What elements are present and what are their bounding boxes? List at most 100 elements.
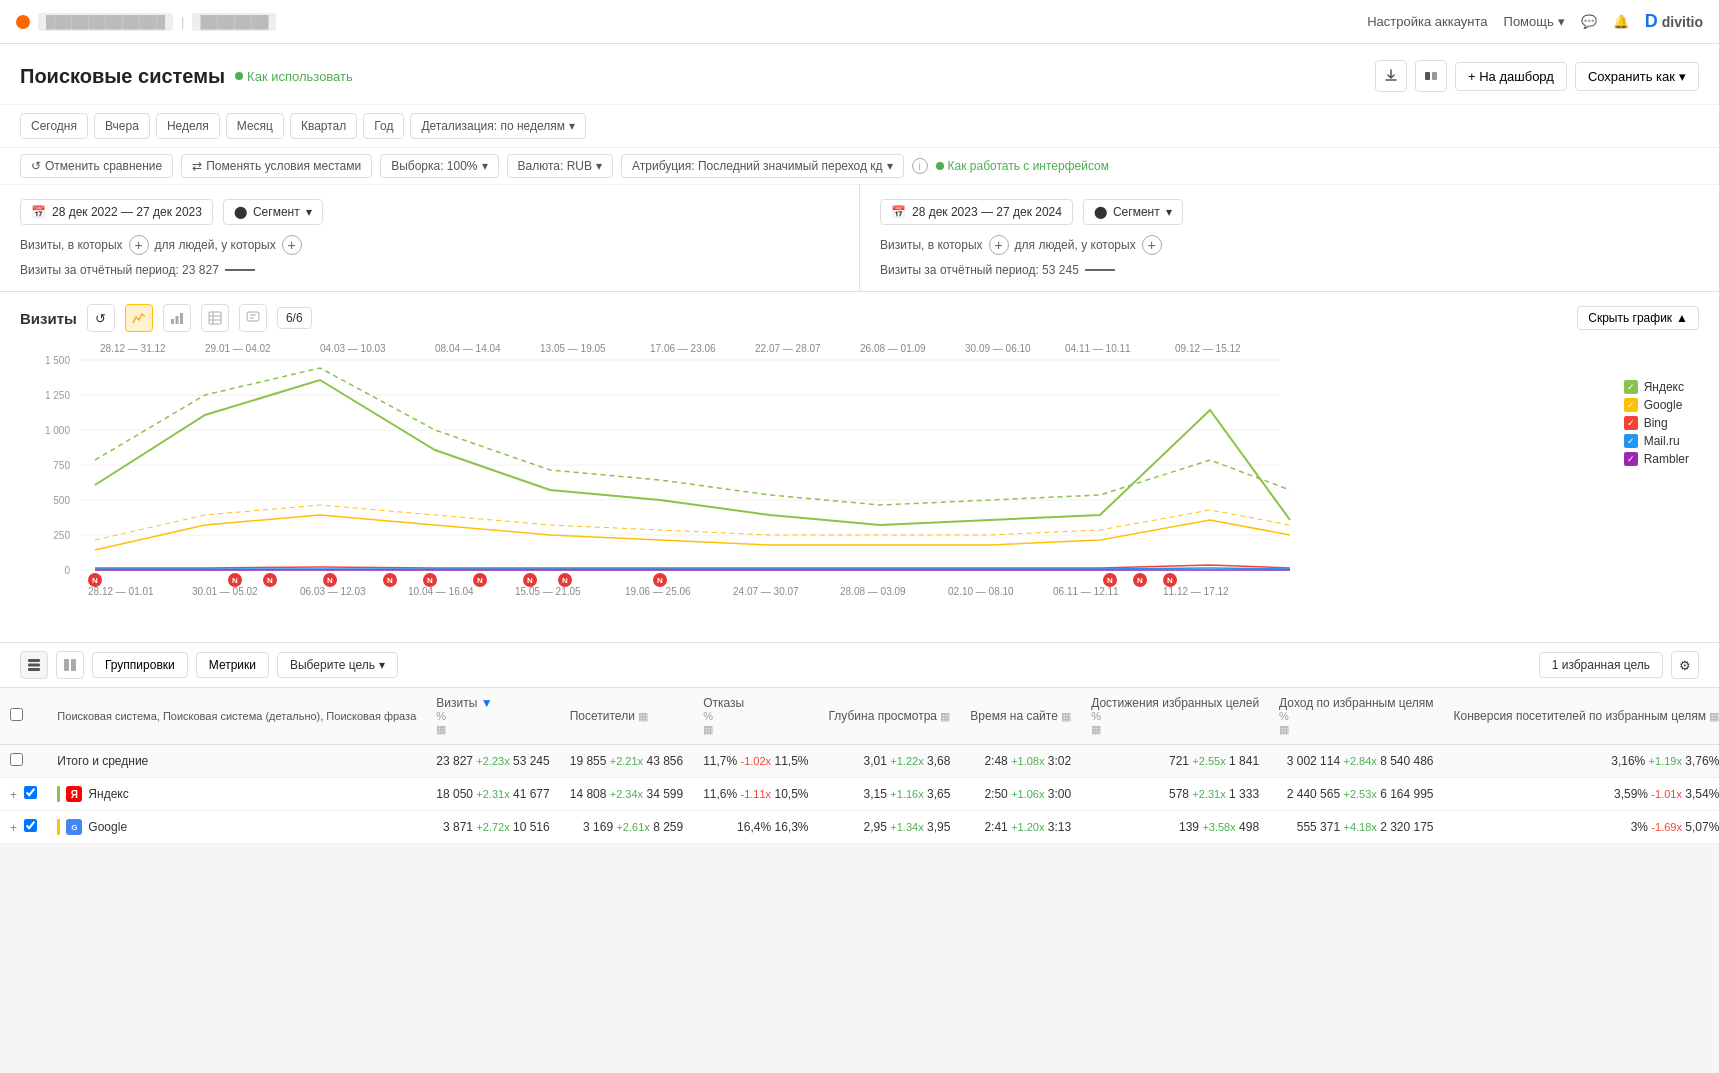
- chevron-down-icon: ▾: [569, 119, 575, 133]
- panel-left-header: 📅 28 дек 2022 — 27 дек 2023 ⬤ Сегмент ▾: [20, 199, 839, 225]
- th-time[interactable]: Время на сайте ▦: [960, 688, 1081, 745]
- help-button[interactable]: Помощь ▾: [1504, 14, 1565, 29]
- date-range-right[interactable]: 📅 28 дек 2023 — 27 дек 2024: [880, 199, 1073, 225]
- total-bounces: 11,7% -1.02x 11,5%: [693, 745, 818, 778]
- svg-text:N: N: [327, 576, 333, 585]
- svg-text:13.05 — 19.05: 13.05 — 19.05: [540, 343, 606, 354]
- svg-text:0: 0: [64, 565, 70, 576]
- period-yesterday[interactable]: Вчера: [94, 113, 150, 139]
- sample-select[interactable]: Выборка: 100% ▾: [380, 154, 498, 178]
- how-to-use-link[interactable]: Как использовать: [235, 69, 353, 84]
- bell-icon[interactable]: 🔔: [1613, 14, 1629, 29]
- bar-toggle-revenue[interactable]: ▦: [1279, 723, 1289, 735]
- refresh-chart-btn[interactable]: ↺: [87, 304, 115, 332]
- bar-chart-btn[interactable]: [163, 304, 191, 332]
- svg-text:28.12 — 01.01: 28.12 — 01.01: [88, 586, 154, 597]
- table-grouped-view-btn[interactable]: [56, 651, 84, 679]
- svg-text:09.12 — 15.12: 09.12 — 15.12: [1175, 343, 1241, 354]
- line-chart-btn[interactable]: [125, 304, 153, 332]
- th-visitors[interactable]: Посетители ▦: [560, 688, 693, 745]
- bar-toggle-goals[interactable]: ▦: [1091, 723, 1101, 735]
- fav-goal-display: 1 избранная цель: [1539, 652, 1663, 678]
- th-conversion[interactable]: Конверсия посетителей по избранным целям…: [1444, 688, 1719, 745]
- export-button[interactable]: [1375, 60, 1407, 92]
- bar-toggle-visits[interactable]: ▦: [436, 723, 446, 735]
- save-as-button[interactable]: Сохранить как ▾: [1575, 62, 1699, 91]
- svg-text:N: N: [477, 576, 483, 585]
- attribution-select[interactable]: Атрибуция: Последний значимый переход кд…: [621, 154, 904, 178]
- goal-select[interactable]: Выберите цель ▾: [277, 652, 398, 678]
- svg-text:N: N: [1107, 576, 1113, 585]
- table-settings-button[interactable]: ⚙: [1671, 651, 1699, 679]
- google-engine-icon: G: [66, 819, 82, 835]
- expand-google[interactable]: +: [10, 821, 17, 835]
- bar-toggle-depth[interactable]: ▦: [940, 710, 950, 722]
- period-week[interactable]: Неделя: [156, 113, 220, 139]
- segment-right[interactable]: ⬤ Сегмент ▾: [1083, 199, 1183, 225]
- legend-rambler: ✓ Rambler: [1624, 452, 1689, 466]
- bar-toggle-conversion[interactable]: ▦: [1709, 710, 1719, 722]
- export-icon: [1384, 69, 1398, 83]
- add-people-filter-right[interactable]: +: [1142, 235, 1162, 255]
- metrics-button[interactable]: Метрики: [196, 652, 269, 678]
- svg-rect-1: [1432, 72, 1437, 80]
- date-range-left[interactable]: 📅 28 дек 2022 — 27 дек 2023: [20, 199, 213, 225]
- groupings-button[interactable]: Группировки: [92, 652, 188, 678]
- chevron-up-icon: ▲: [1676, 311, 1688, 325]
- svg-text:N: N: [1167, 576, 1173, 585]
- bar-toggle-bounces[interactable]: ▦: [703, 723, 713, 735]
- main-content: Поисковые системы Как использовать + На …: [0, 44, 1719, 844]
- comment-btn[interactable]: [239, 304, 267, 332]
- svg-rect-2: [171, 319, 174, 324]
- compare-icon: [1424, 69, 1438, 83]
- google-checkbox[interactable]: [24, 819, 37, 832]
- add-visits-filter-left[interactable]: +: [129, 235, 149, 255]
- settings-link[interactable]: Настройка аккаунта: [1367, 14, 1487, 29]
- add-to-dashboard-button[interactable]: + На дашборд: [1455, 62, 1567, 91]
- th-depth[interactable]: Глубина просмотра ▦: [818, 688, 960, 745]
- table-flat-view-btn[interactable]: [20, 651, 48, 679]
- add-visits-filter-right[interactable]: +: [989, 235, 1009, 255]
- th-bounces[interactable]: Отказы % ▦: [693, 688, 818, 745]
- th-visits[interactable]: Визиты ▼ % ▦: [426, 688, 559, 745]
- select-all-checkbox[interactable]: [10, 708, 23, 721]
- table-chart-btn[interactable]: [201, 304, 229, 332]
- segment-left[interactable]: ⬤ Сегмент ▾: [223, 199, 323, 225]
- compare-button[interactable]: [1415, 60, 1447, 92]
- hide-chart-button[interactable]: Скрыть график ▲: [1577, 306, 1699, 330]
- yandex-checkbox[interactable]: [24, 786, 37, 799]
- status-dot: [235, 72, 243, 80]
- table-section: Группировки Метрики Выберите цель ▾ 1 из…: [0, 642, 1719, 844]
- th-select-all[interactable]: [0, 688, 47, 745]
- message-icon[interactable]: 💬: [1581, 14, 1597, 29]
- period-quarter[interactable]: Квартал: [290, 113, 357, 139]
- svg-rect-4: [180, 313, 183, 324]
- cancel-compare-button[interactable]: ↺ Отменить сравнение: [20, 154, 173, 178]
- currency-select[interactable]: Валюта: RUB ▾: [507, 154, 613, 178]
- total-checkbox[interactable]: [10, 753, 23, 766]
- brand-dot: [16, 15, 30, 29]
- series-count-badge[interactable]: 6/6: [277, 307, 312, 329]
- detail-select[interactable]: Детализация: по неделям ▾: [410, 113, 586, 139]
- segment-icon: ⬤: [234, 205, 247, 219]
- period-year[interactable]: Год: [363, 113, 404, 139]
- period-month[interactable]: Месяц: [226, 113, 284, 139]
- bar-toggle-time[interactable]: ▦: [1061, 710, 1071, 722]
- expand-yandex[interactable]: +: [10, 788, 17, 802]
- period-today[interactable]: Сегодня: [20, 113, 88, 139]
- svg-text:N: N: [427, 576, 433, 585]
- interface-help-link[interactable]: Как работать с интерфейсом: [936, 159, 1109, 173]
- top-bar-left: ██████████████ | ████████: [16, 13, 276, 31]
- chevron-down-icon: ▾: [306, 205, 312, 219]
- svg-rect-74: [28, 659, 40, 662]
- add-people-filter-left[interactable]: +: [282, 235, 302, 255]
- google-goals: 139 +3.58x 498: [1081, 811, 1269, 844]
- bar-toggle-visitors[interactable]: ▦: [638, 710, 648, 722]
- info-icon[interactable]: i: [912, 158, 928, 174]
- svg-text:N: N: [92, 576, 98, 585]
- swap-conditions-button[interactable]: ⇄ Поменять условия местами: [181, 154, 372, 178]
- th-goals[interactable]: Достижения избранных целей % ▦: [1081, 688, 1269, 745]
- chart-section: Визиты ↺: [0, 292, 1719, 642]
- th-revenue[interactable]: Доход по избранным целям % ▦: [1269, 688, 1443, 745]
- status-dot: [936, 162, 944, 170]
